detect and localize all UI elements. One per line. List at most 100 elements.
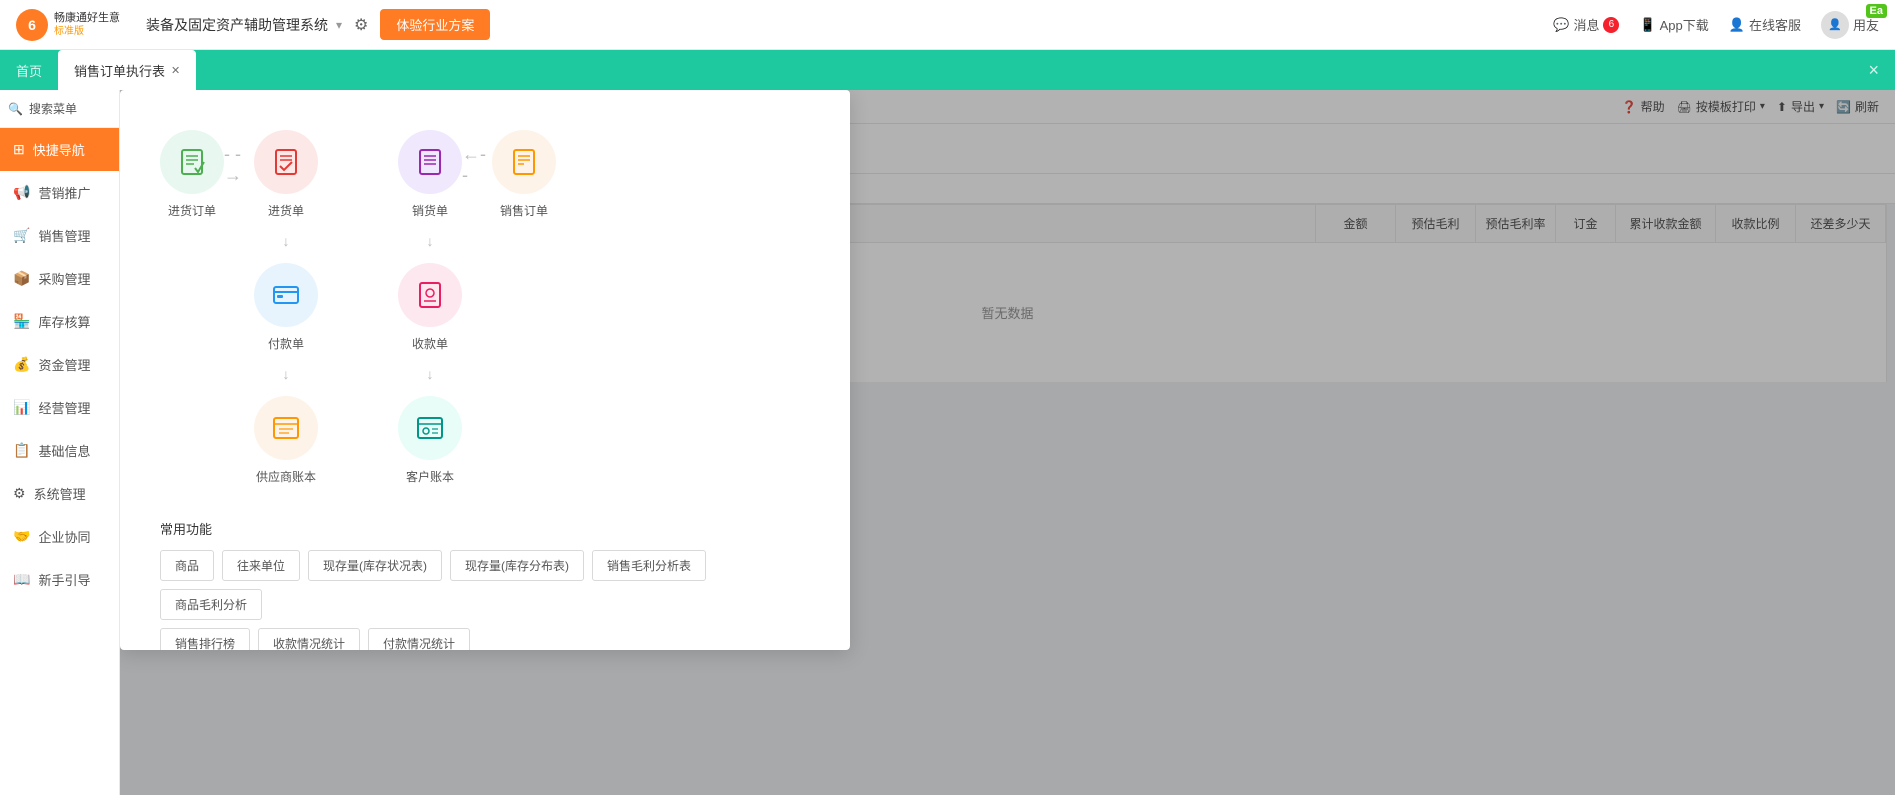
- purchase-bill-label: 进货单: [268, 202, 304, 219]
- online-service-item[interactable]: 👤 在线客服: [1729, 15, 1801, 34]
- header-right: 💬 消息 6 📱 App下载 👤 在线客服 👤 用友 Ea: [1553, 11, 1879, 39]
- tab-bar: 首页 销售订单执行表 ✕ ×: [0, 50, 1895, 90]
- system-title-text: 装备及固定资产辅助管理系统: [146, 15, 328, 35]
- sidebar-item-label-finance: 资金管理: [38, 355, 90, 374]
- customer-account-icon: [398, 396, 462, 460]
- system-icon: ⚙: [13, 485, 26, 502]
- arrow-v-sales: ↓: [427, 233, 434, 249]
- finance-icon: 💰: [13, 356, 30, 373]
- purchase-icon: 📦: [13, 270, 30, 287]
- sidebar-item-label-purchase: 采购管理: [38, 269, 90, 288]
- sidebar-item-label-operation: 经营管理: [38, 398, 90, 417]
- sidebar-item-operation[interactable]: 📊 经营管理: [0, 386, 119, 429]
- func-btn-sales-ranking[interactable]: 销售排行榜: [160, 628, 250, 650]
- flow-node-sales-order[interactable]: 销售订单: [482, 120, 566, 229]
- flow-node-customer-account[interactable]: 客户账本: [388, 386, 472, 495]
- sidebar-item-label-basic: 基础信息: [38, 441, 90, 460]
- flow-node-sales-bill[interactable]: 销货单: [388, 120, 472, 229]
- close-window-button[interactable]: ×: [1868, 60, 1879, 81]
- sales-order-label: 销售订单: [500, 202, 548, 219]
- flow-node-purchase-bill[interactable]: 进货单: [244, 120, 328, 229]
- quick-nav-modal: 进货订单 - - → 进货单: [120, 90, 850, 650]
- payment-label: 付款单: [268, 335, 304, 352]
- sidebar: 🔍 搜索菜单 ⊞ 快捷导航 📢 营销推广 🛒 销售管理 📦 采购管理 🏪 库存核…: [0, 90, 120, 795]
- sidebar-search-label: 搜索菜单: [29, 100, 77, 117]
- top-header: 6 畅康通好生意 标准版 装备及固定资产辅助管理系统 ▾ ⚙ 体验行业方案 💬 …: [0, 0, 1895, 50]
- newbie-icon: 📖: [13, 571, 30, 588]
- sidebar-item-label-marketing: 营销推广: [38, 183, 90, 202]
- trial-button[interactable]: 体验行业方案: [380, 9, 490, 40]
- receipt-icon: [398, 263, 462, 327]
- func-buttons-row1: 商品 往来单位 现存量(库存状况表) 现存量(库存分布表) 销售毛利分析表 商品…: [160, 550, 810, 620]
- sidebar-item-quick-nav[interactable]: ⊞ 快捷导航: [0, 128, 119, 171]
- ea-badge: Ea: [1866, 4, 1887, 18]
- flow-node-purchase-order[interactable]: 进货订单: [150, 120, 234, 229]
- sidebar-item-newbie[interactable]: 📖 新手引导: [0, 558, 119, 601]
- func-btn-product[interactable]: 商品: [160, 550, 214, 581]
- receipt-label: 收款单: [412, 335, 448, 352]
- func-btn-payment-stats[interactable]: 付款情况统计: [368, 628, 470, 650]
- settings-icon[interactable]: ⚙: [354, 15, 368, 35]
- sales-bill-label: 销货单: [412, 202, 448, 219]
- main-area: 🔍 搜索菜单 ⊞ 快捷导航 📢 营销推广 🛒 销售管理 📦 采购管理 🏪 库存核…: [0, 90, 1895, 795]
- search-icon: 🔍: [8, 102, 23, 116]
- flow-node-supplier-account[interactable]: 供应商账本: [244, 386, 328, 495]
- message-label: 消息: [1573, 15, 1599, 34]
- func-btn-sales-gross[interactable]: 销售毛利分析表: [592, 550, 706, 581]
- func-buttons-row2: 销售排行榜 收款情况统计 付款情况统计: [160, 628, 810, 650]
- sidebar-item-label-inventory: 库存核算: [38, 312, 90, 331]
- content-area: ❓ 帮助 🖨 按模板打印 ▾ ⬆ 导出 ▾ 🔄 刷新 yyyy-mm-dd: [120, 90, 1895, 795]
- dropdown-icon[interactable]: ▾: [336, 18, 342, 32]
- sidebar-item-purchase[interactable]: 📦 采购管理: [0, 257, 119, 300]
- basic-icon: 📋: [13, 442, 30, 459]
- sidebar-item-finance[interactable]: 💰 资金管理: [0, 343, 119, 386]
- tab-sales-order[interactable]: 销售订单执行表 ✕: [58, 50, 196, 90]
- purchase-order-label: 进货订单: [168, 202, 216, 219]
- app-download-label: App下载: [1660, 15, 1709, 34]
- system-title-area: 装备及固定资产辅助管理系统 ▾ ⚙: [146, 15, 368, 35]
- quick-nav-icon: ⊞: [13, 141, 25, 158]
- sidebar-item-marketing[interactable]: 📢 营销推广: [0, 171, 119, 214]
- func-btn-product-gross[interactable]: 商品毛利分析: [160, 589, 262, 620]
- sidebar-item-sales[interactable]: 🛒 销售管理: [0, 214, 119, 257]
- func-btn-inventory-dist[interactable]: 现存量(库存分布表): [450, 550, 584, 581]
- tab-home[interactable]: 首页: [0, 50, 58, 90]
- message-badge: 6: [1603, 17, 1619, 33]
- arrow-v-payment: ↓: [283, 366, 290, 382]
- sidebar-item-enterprise[interactable]: 🤝 企业协同: [0, 515, 119, 558]
- enterprise-icon: 🤝: [13, 528, 30, 545]
- message-icon: 💬: [1553, 17, 1569, 33]
- common-functions-title: 常用功能: [160, 519, 810, 538]
- message-item[interactable]: 💬 消息 6: [1553, 15, 1619, 34]
- marketing-icon: 📢: [13, 184, 30, 201]
- sidebar-item-label-quick-nav: 快捷导航: [33, 140, 85, 159]
- purchase-order-icon: [160, 130, 224, 194]
- modal-body: 进货订单 - - → 进货单: [120, 90, 850, 650]
- supplier-account-icon: [254, 396, 318, 460]
- supplier-account-label: 供应商账本: [256, 468, 316, 485]
- func-btn-inventory-status[interactable]: 现存量(库存状况表): [308, 550, 442, 581]
- logo-text: 畅康通好生意 标准版: [54, 11, 120, 38]
- arrow-v-purchase: ↓: [283, 233, 290, 249]
- online-service-icon: 👤: [1729, 17, 1745, 33]
- payment-icon: [254, 263, 318, 327]
- sidebar-item-inventory[interactable]: 🏪 库存核算: [0, 300, 119, 343]
- flow-node-receipt[interactable]: 收款单: [388, 253, 472, 362]
- tab-close-icon[interactable]: ✕: [171, 64, 180, 77]
- customer-account-label: 客户账本: [406, 468, 454, 485]
- sidebar-item-label-system: 系统管理: [34, 484, 86, 503]
- ea-badge-area: Ea: [1858, 0, 1895, 19]
- online-service-label: 在线客服: [1749, 15, 1801, 34]
- sales-order-icon: [492, 130, 556, 194]
- func-btn-receipt-stats[interactable]: 收款情况统计: [258, 628, 360, 650]
- sidebar-item-basic[interactable]: 📋 基础信息: [0, 429, 119, 472]
- avatar: 👤: [1821, 11, 1849, 39]
- sidebar-item-system[interactable]: ⚙ 系统管理: [0, 472, 119, 515]
- flow-node-payment[interactable]: 付款单: [244, 253, 328, 362]
- common-functions: 常用功能 商品 往来单位 现存量(库存状况表) 现存量(库存分布表) 销售毛利分…: [160, 519, 810, 650]
- sales-icon: 🛒: [13, 227, 30, 244]
- app-download-icon: 📱: [1639, 17, 1655, 33]
- sidebar-search[interactable]: 🔍 搜索菜单: [0, 90, 119, 128]
- func-btn-contacts[interactable]: 往来单位: [222, 550, 300, 581]
- app-download-item[interactable]: 📱 App下载: [1639, 15, 1708, 34]
